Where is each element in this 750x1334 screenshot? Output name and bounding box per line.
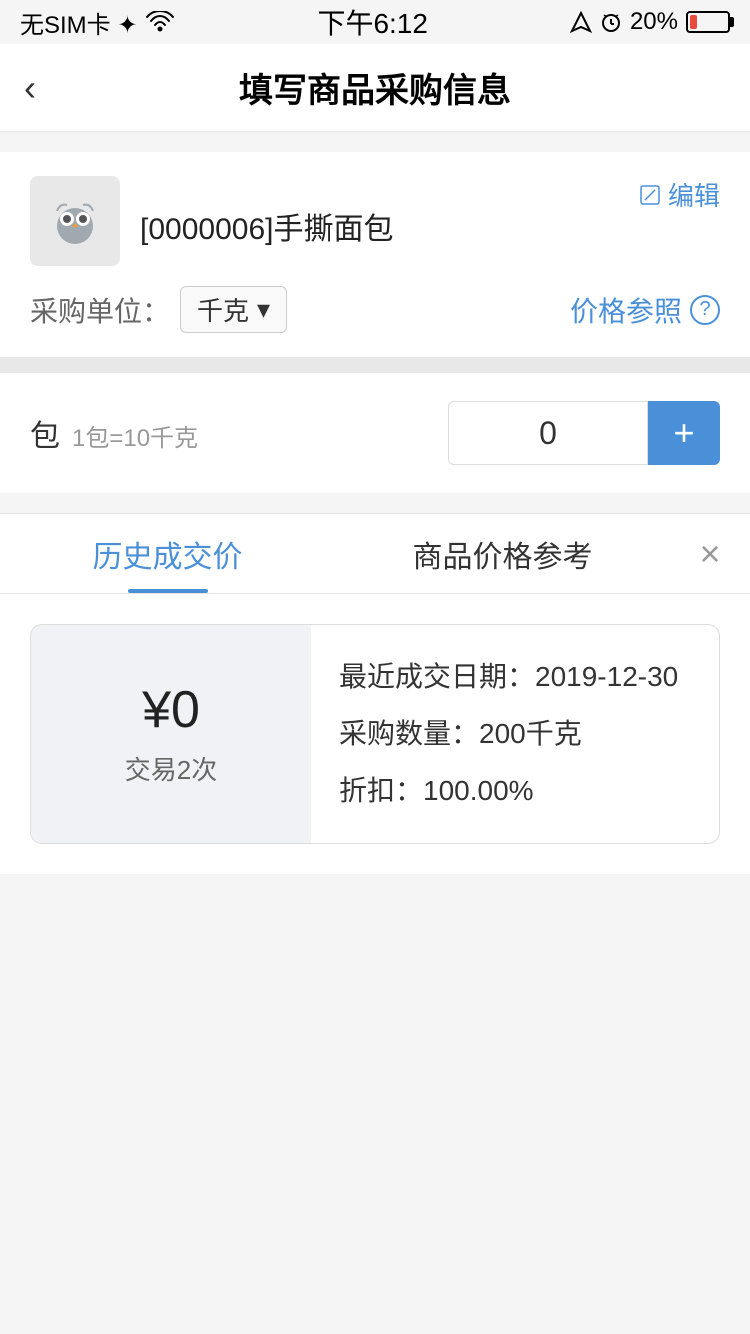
quantity-plus-button[interactable]: + (648, 401, 720, 465)
transaction-price-block: ¥0 交易2次 (31, 625, 311, 843)
nav-bar: ‹ 填写商品采购信息 (0, 44, 750, 132)
product-name: [0000006]手撕面包 (140, 194, 393, 248)
tab-product-price[interactable]: 商品价格参考 (335, 514, 670, 593)
unit-selector: 采购单位： 千克 ▾ (30, 286, 287, 333)
tabs-row: 历史成交价 商品价格参考 × (0, 514, 750, 594)
section-divider (0, 357, 750, 373)
product-image (30, 176, 120, 266)
battery-text: 20% (630, 8, 678, 36)
location-icon (570, 11, 592, 33)
status-time: 下午6:12 (317, 2, 428, 42)
battery-icon (686, 11, 730, 33)
product-left: [0000006]手撕面包 (30, 176, 393, 266)
status-right: 20% (570, 8, 730, 36)
back-button[interactable]: ‹ (24, 67, 36, 109)
status-left: 无SIM卡 ✦ (20, 5, 175, 40)
wifi-icon (145, 11, 175, 33)
product-unit-row: 采购单位： 千克 ▾ 价格参照 ? (30, 286, 720, 333)
status-bar: 无SIM卡 ✦ 下午6:12 20% (0, 0, 750, 44)
main-content: [0000006]手撕面包 编辑 采购单位： 千克 ▾ 价格参照 (0, 152, 750, 874)
trade-count: 交易2次 (125, 750, 217, 787)
dropdown-arrow-icon: ▾ (257, 294, 270, 325)
page-title: 填写商品采购信息 (239, 63, 511, 112)
edit-icon (638, 183, 662, 207)
quantity-input-area: + (448, 401, 720, 465)
quantity-row: 包 1包=10千克 + (0, 373, 750, 493)
recent-date-line: 最近成交日期：2019-12-30 (339, 657, 691, 696)
quantity-unit: 包 (30, 411, 60, 455)
tab-active-indicator (128, 589, 208, 593)
edit-button[interactable]: 编辑 (638, 176, 720, 213)
transaction-details: 最近成交日期：2019-12-30 采购数量：200千克 折扣：100.00% (311, 625, 719, 843)
purchase-qty-line: 采购数量：200千克 (339, 714, 691, 753)
quantity-conversion: 1包=10千克 (72, 418, 198, 453)
help-icon: ? (690, 295, 720, 325)
price-reference-button[interactable]: 价格参照 ? (570, 290, 720, 330)
quantity-input[interactable] (448, 401, 648, 465)
discount-line: 折扣：100.00% (339, 771, 691, 810)
bottom-panel: 历史成交价 商品价格参考 × ¥0 交易2次 最近成交日期：2019-12-30 (0, 513, 750, 874)
alarm-icon (600, 11, 622, 33)
product-header: [0000006]手撕面包 编辑 (30, 176, 720, 266)
product-logo (45, 191, 105, 251)
close-panel-button[interactable]: × (670, 533, 750, 575)
unit-select-dropdown[interactable]: 千克 ▾ (180, 286, 287, 333)
transaction-price: ¥0 (142, 680, 200, 740)
product-card: [0000006]手撕面包 编辑 采购单位： 千克 ▾ 价格参照 (0, 152, 750, 357)
quantity-left: 包 1包=10千克 (30, 411, 198, 455)
tab-history-price[interactable]: 历史成交价 (0, 514, 335, 593)
unit-label: 采购单位： (30, 290, 170, 330)
transaction-section: ¥0 交易2次 最近成交日期：2019-12-30 采购数量：200千克 折扣：… (0, 594, 750, 874)
carrier-text: 无SIM卡 ✦ (20, 5, 137, 40)
transaction-card: ¥0 交易2次 最近成交日期：2019-12-30 采购数量：200千克 折扣：… (30, 624, 720, 844)
